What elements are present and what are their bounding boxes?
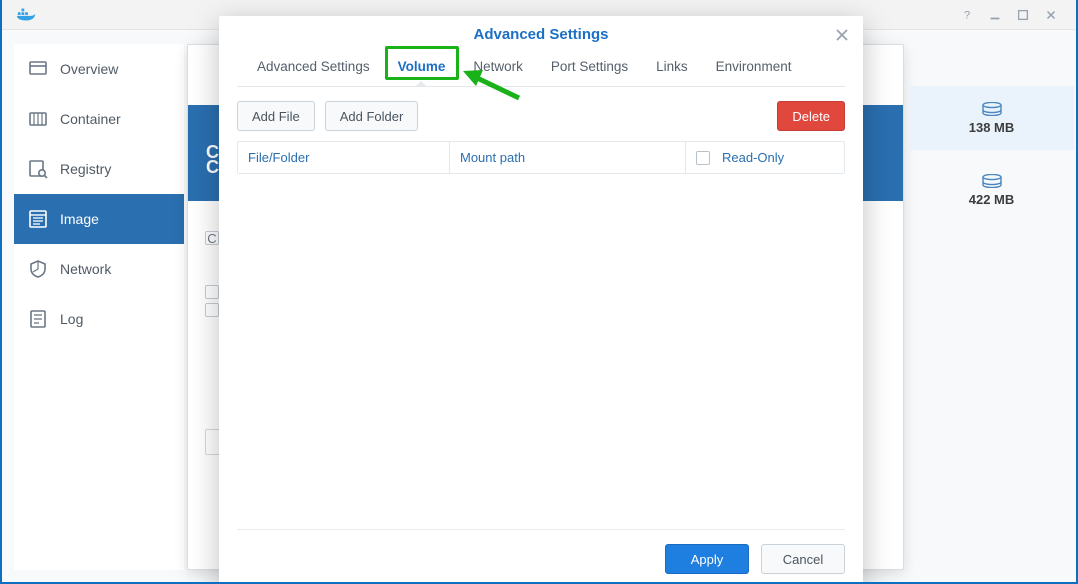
volume-table: File/Folder Mount path Read-Only — [237, 141, 845, 174]
volume-toolbar: Add File Add Folder Delete — [219, 87, 863, 141]
advanced-settings-dialog: Advanced Settings Advanced Settings Volu… — [219, 16, 863, 584]
background-checkbox[interactable] — [205, 303, 219, 317]
background-expand-control[interactable]: C — [205, 231, 219, 245]
dialog-title: Advanced Settings — [219, 16, 863, 49]
sidebar-item-label: Log — [60, 311, 83, 327]
sidebar: Overview Container Registry Image Networ… — [14, 44, 184, 570]
sidebar-item-container[interactable]: Container — [14, 94, 184, 144]
app-content: Overview Container Registry Image Networ… — [4, 30, 1074, 580]
sidebar-item-label: Image — [60, 211, 99, 227]
overview-icon — [28, 59, 48, 79]
tab-environment[interactable]: Environment — [702, 49, 806, 86]
col-header-file-folder[interactable]: File/Folder — [238, 142, 450, 173]
disk-stack-icon — [981, 102, 1003, 116]
image-size-value: 422 MB — [969, 192, 1015, 207]
sidebar-item-registry[interactable]: Registry — [14, 144, 184, 194]
network-icon — [28, 259, 48, 279]
disk-stack-icon — [981, 174, 1003, 188]
dialog-tabs: Advanced Settings Volume Network Port Se… — [237, 49, 845, 87]
log-icon — [28, 309, 48, 329]
maximize-button[interactable] — [1012, 5, 1034, 25]
background-checkbox[interactable] — [205, 285, 219, 299]
image-icon — [28, 209, 48, 229]
app-window: ? Overview Container Registry Image — [0, 0, 1078, 584]
col-header-read-only-label: Read-Only — [722, 150, 784, 165]
container-icon — [28, 109, 48, 129]
delete-button[interactable]: Delete — [777, 101, 845, 131]
table-header-row: File/Folder Mount path Read-Only — [238, 142, 844, 173]
minimize-button[interactable] — [984, 5, 1006, 25]
image-size-value: 138 MB — [969, 120, 1015, 135]
tab-network[interactable]: Network — [459, 49, 537, 86]
sidebar-item-label: Registry — [60, 161, 111, 177]
dialog-footer: Apply Cancel — [237, 529, 845, 574]
background-banner-text: C — [206, 142, 219, 163]
sidebar-item-network[interactable]: Network — [14, 244, 184, 294]
sidebar-item-label: Container — [60, 111, 121, 127]
close-icon — [835, 28, 849, 42]
read-only-header-checkbox[interactable] — [696, 151, 710, 165]
image-size-card[interactable]: 138 MB — [909, 86, 1074, 150]
dialog-close-button[interactable] — [831, 24, 853, 46]
registry-icon — [28, 159, 48, 179]
cancel-button[interactable]: Cancel — [761, 544, 845, 574]
tab-advanced-settings[interactable]: Advanced Settings — [243, 49, 384, 86]
sidebar-item-overview[interactable]: Overview — [14, 44, 184, 94]
col-header-mount-path[interactable]: Mount path — [450, 142, 686, 173]
svg-text:?: ? — [964, 9, 970, 21]
tab-port-settings[interactable]: Port Settings — [537, 49, 642, 86]
tab-links[interactable]: Links — [642, 49, 702, 86]
image-size-card[interactable]: 422 MB — [909, 158, 1074, 222]
sidebar-item-image[interactable]: Image — [14, 194, 184, 244]
add-folder-button[interactable]: Add Folder — [325, 101, 419, 131]
sidebar-item-label: Network — [60, 261, 111, 277]
sidebar-item-log[interactable]: Log — [14, 294, 184, 344]
add-file-button[interactable]: Add File — [237, 101, 315, 131]
col-header-read-only[interactable]: Read-Only — [686, 142, 844, 173]
window-close-button[interactable] — [1040, 5, 1062, 25]
help-button[interactable]: ? — [956, 5, 978, 25]
docker-whale-icon — [16, 6, 38, 24]
apply-button[interactable]: Apply — [665, 544, 749, 574]
tab-volume[interactable]: Volume — [384, 49, 460, 86]
sidebar-item-label: Overview — [60, 61, 118, 77]
